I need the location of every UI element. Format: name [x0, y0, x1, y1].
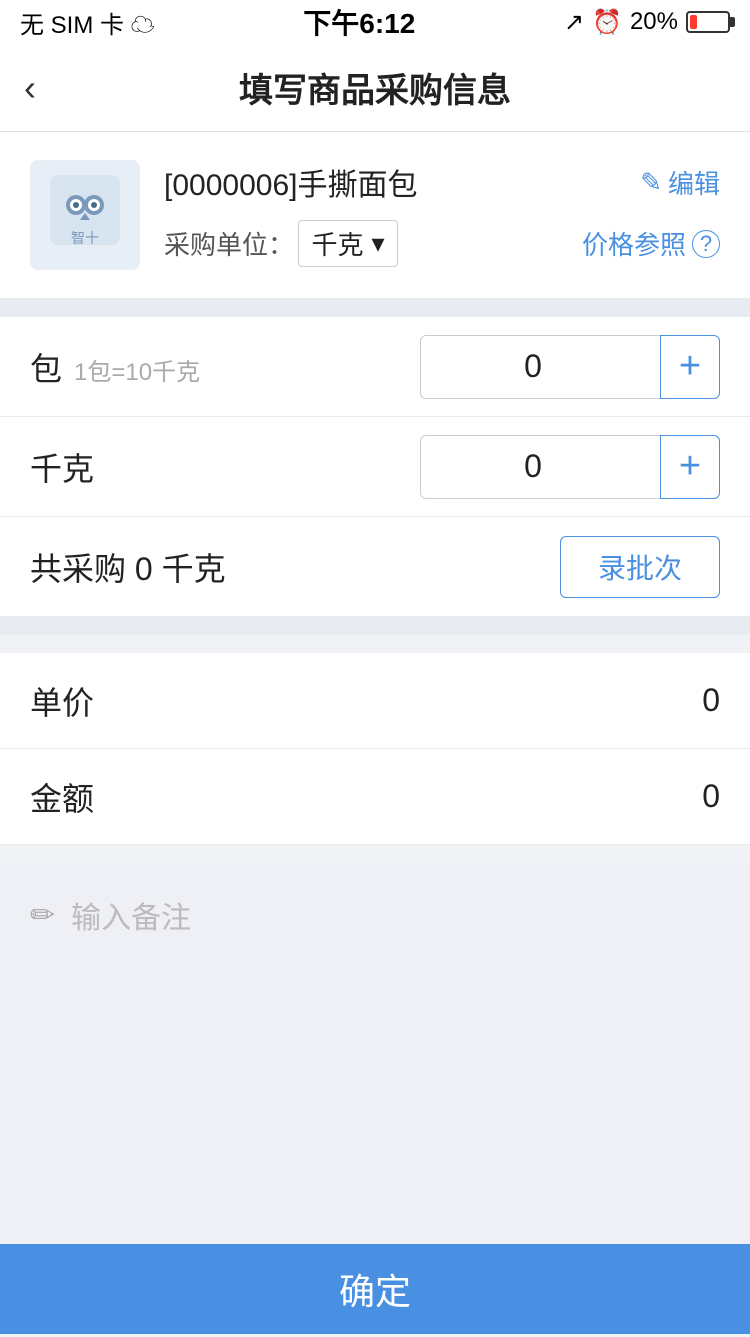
unit-label: 采购单位：: [164, 230, 294, 260]
product-card: 智十 [0000006]手撕面包 ✎ 编辑 采购单位： 千克 ▾: [0, 132, 750, 299]
kg-input-row: 千克 +: [0, 417, 750, 517]
status-right: ↗ ⏰ 20%: [564, 8, 730, 37]
confirm-button[interactable]: 确定: [0, 1244, 750, 1334]
kg-label-group: 千克: [30, 444, 94, 490]
pack-input-group: +: [420, 335, 720, 399]
pack-input[interactable]: [420, 335, 660, 399]
alarm-icon: ⏰: [592, 8, 622, 37]
pack-plus-button[interactable]: +: [660, 335, 720, 399]
status-bar: 无 SIM 卡 ☁ 下午6:12 ↗ ⏰ 20%: [0, 0, 750, 44]
note-section[interactable]: ✏ 输入备注: [0, 863, 750, 967]
total-row: 共采购 0 千克 录批次: [0, 517, 750, 617]
kg-input-group: +: [420, 435, 720, 499]
unit-price-label: 单价: [30, 678, 94, 724]
section-divider-2: [0, 617, 750, 635]
batch-button[interactable]: 录批次: [560, 536, 720, 598]
back-button[interactable]: ‹: [24, 67, 36, 109]
location-icon: ↗: [564, 8, 584, 37]
price-section: 单价 0 金额 0: [0, 653, 750, 845]
section-divider-1: [0, 299, 750, 317]
product-name: [0000006]手撕面包: [164, 160, 417, 204]
kg-input[interactable]: [420, 435, 660, 499]
amount-value: 0: [702, 778, 720, 815]
edit-icon: ✎: [640, 167, 662, 198]
total-label: 共采购 0 千克: [30, 544, 226, 590]
input-section: 包 1包=10千克 + 千克 + 共采购 0 千克 录批次: [0, 317, 750, 617]
unit-select[interactable]: 千克 ▾: [298, 220, 397, 267]
unit-row: 采购单位： 千克 ▾ 价格参照 ?: [164, 220, 720, 267]
svg-text:智十: 智十: [71, 230, 99, 245]
pack-input-row: 包 1包=10千克 +: [0, 317, 750, 417]
amount-row: 金额 0: [0, 749, 750, 845]
page-title: 填写商品采购信息: [239, 63, 511, 112]
product-thumbnail: 智十: [30, 160, 140, 270]
edit-button[interactable]: ✎ 编辑: [640, 164, 720, 201]
status-left: 无 SIM 卡 ☁: [20, 5, 155, 40]
product-thumb-icon: 智十: [50, 175, 120, 255]
amount-label: 金额: [30, 774, 94, 820]
unit-price-row: 单价 0: [0, 653, 750, 749]
battery-percent: 20%: [630, 8, 678, 36]
product-info: [0000006]手撕面包 ✎ 编辑 采购单位： 千克 ▾ 价格参照 ?: [164, 160, 720, 267]
pack-label-group: 包 1包=10千克: [30, 344, 200, 390]
owl-logo: 智十: [50, 175, 120, 245]
price-ref-button[interactable]: 价格参照 ?: [582, 225, 720, 262]
unit-label-group: 采购单位： 千克 ▾: [164, 220, 398, 267]
pencil-icon: ✏: [30, 898, 55, 933]
kg-label: 千克: [30, 444, 94, 490]
battery-icon: [686, 11, 730, 33]
pack-label: 包: [30, 344, 62, 390]
kg-plus-button[interactable]: +: [660, 435, 720, 499]
nav-bar: ‹ 填写商品采购信息: [0, 44, 750, 132]
empty-area: [0, 967, 750, 1247]
unit-price-value: 0: [702, 682, 720, 719]
help-icon: ?: [692, 230, 720, 258]
chevron-down-icon: ▾: [371, 228, 384, 259]
status-time: 下午6:12: [303, 2, 415, 42]
pack-hint: 1包=10千克: [74, 352, 200, 387]
note-placeholder: 输入备注: [71, 893, 191, 937]
product-name-row: [0000006]手撕面包 ✎ 编辑: [164, 160, 720, 204]
sim-status: 无 SIM 卡 ☁: [20, 5, 155, 40]
